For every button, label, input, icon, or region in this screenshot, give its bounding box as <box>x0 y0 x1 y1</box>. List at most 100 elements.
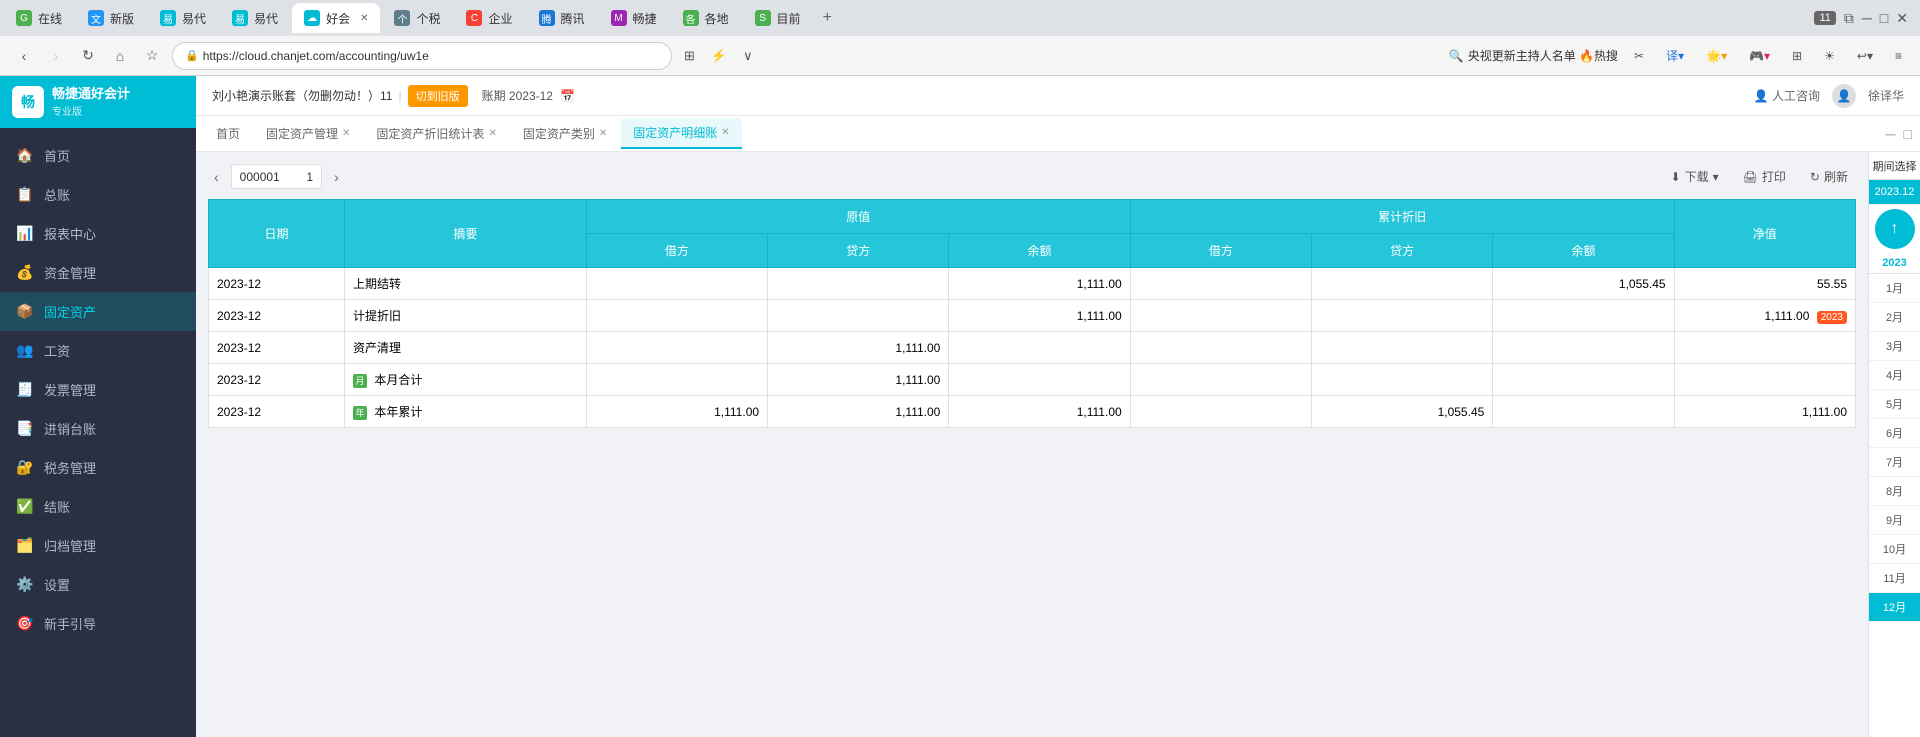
tab-minimize-btn[interactable]: ─ <box>1886 126 1896 142</box>
maximize-window-btn[interactable]: □ <box>1880 10 1888 26</box>
tab-maximize-btn[interactable]: □ <box>1904 126 1912 142</box>
cell-orig-credit: 1,111.00 <box>768 332 949 364</box>
cell-net-value: 1,111.00 2023 <box>1674 300 1855 332</box>
invoice-icon: 🧾 <box>16 381 34 399</box>
tab-gedi[interactable]: 各 各地 <box>671 3 741 33</box>
undo-icon[interactable]: ↩▾ <box>1851 47 1879 65</box>
period-item-oct[interactable]: 10月 <box>1869 535 1920 564</box>
cell-orig-balance <box>949 332 1130 364</box>
download-button[interactable]: ⬇ 下载 ▾ <box>1663 164 1727 189</box>
print-button[interactable]: 🖨 打印 <box>1735 164 1794 189</box>
cell-acc-balance: 1,055.45 <box>1493 268 1674 300</box>
period-item-jul[interactable]: 7月 <box>1869 448 1920 477</box>
sidebar-item-guide[interactable]: 🎯 新手引导 <box>0 604 196 643</box>
tab-asset-detail-ledger[interactable]: 固定资产明细账 ✕ <box>621 118 741 149</box>
refresh-ledger-button[interactable]: ↻ 刷新 <box>1802 164 1856 189</box>
tab-close-asset-mgmt[interactable]: ✕ <box>342 128 350 139</box>
period-item-sep[interactable]: 9月 <box>1869 506 1920 535</box>
sidebar-item-invoices[interactable]: 🧾 发票管理 <box>0 370 196 409</box>
forward-button[interactable]: › <box>44 44 68 68</box>
sidebar-item-general-ledger[interactable]: 📋 总账 <box>0 175 196 214</box>
toolbar-right: 🔍 央视更新主持人名单 🔥热搜 ✂ 译▾ 🌟▾ 🎮▾ ⊞ ☀ ↩▾ ≡ <box>1449 45 1908 66</box>
company-info: 刘小艳演示账套（勿删勿动！）11 | 切到旧版 账期 2023-12 📅 <box>212 85 575 107</box>
period-item-mar[interactable]: 3月 <box>1869 332 1920 361</box>
restore-window-btn[interactable]: ⧉ <box>1844 10 1854 27</box>
tab-close-detail[interactable]: ✕ <box>721 127 729 138</box>
tab-new[interactable]: 文 新版 <box>76 3 146 33</box>
tab-yidai2[interactable]: 易 易代 <box>220 3 290 33</box>
new-tab-button[interactable]: + <box>815 5 840 31</box>
settings-icon: ⚙️ <box>16 576 34 594</box>
table-row: 2023-12 资产清理 1,111.00 <box>209 332 1856 364</box>
sidebar-item-sales[interactable]: 📑 进销台账 <box>0 409 196 448</box>
extensions-icon[interactable]: ⊞ <box>680 44 699 68</box>
bookmark-button[interactable]: ☆ <box>140 44 164 68</box>
assets-icon: 📦 <box>16 303 34 321</box>
switch-version-button[interactable]: 切到旧版 <box>408 85 468 107</box>
cell-orig-balance: 1,111.00 <box>949 300 1130 332</box>
theme-icon[interactable]: 🌟▾ <box>1700 47 1733 65</box>
tab-asset-category[interactable]: 固定资产类别 ✕ <box>511 119 619 148</box>
tab-changjie[interactable]: M 畅捷 <box>599 3 669 33</box>
tab-online[interactable]: G 在线 <box>4 3 74 33</box>
period-item-jun[interactable]: 6月 <box>1869 419 1920 448</box>
game-icon[interactable]: 🎮▾ <box>1743 47 1776 65</box>
calendar-icon[interactable]: 📅 <box>560 89 575 103</box>
tab-close-category[interactable]: ✕ <box>599 128 607 139</box>
tab-tencent[interactable]: 腾 腾讯 <box>527 3 597 33</box>
close-window-btn[interactable]: ✕ <box>1896 10 1908 27</box>
col-orig-balance: 余额 <box>949 234 1130 268</box>
prev-account-button[interactable]: ‹ <box>208 167 225 187</box>
content-area: ‹ 000001 1 › ⬇ 下载 ▾ <box>196 152 1920 737</box>
period-item-nov[interactable]: 11月 <box>1869 564 1920 593</box>
minimize-window-btn[interactable]: ─ <box>1862 10 1872 26</box>
tab-muqian[interactable]: S 目前 <box>743 3 813 33</box>
sun-icon[interactable]: ☀ <box>1818 47 1841 65</box>
translate-icon[interactable]: 译▾ <box>1660 45 1690 66</box>
sidebar-item-closing[interactable]: ✅ 结账 <box>0 487 196 526</box>
user-avatar[interactable]: 👤 <box>1832 84 1856 108</box>
tab-bar: G 在线 文 新版 易 易代 易 易代 ☁ 好会 ✕ 个 个税 C 企业 腾 <box>0 0 1920 36</box>
next-account-button[interactable]: › <box>328 167 345 187</box>
menu-icon[interactable]: ≡ <box>1889 47 1908 65</box>
period-item-dec[interactable]: 12月 <box>1869 593 1920 622</box>
search-hotbar[interactable]: 🔍 央视更新主持人名单 🔥热搜 <box>1449 47 1618 64</box>
period-item-selected[interactable]: 2023.12 <box>1869 180 1920 205</box>
tab-close-haohui[interactable]: ✕ <box>360 13 368 24</box>
tab-close-depreciation[interactable]: ✕ <box>488 128 496 139</box>
sidebar-item-tax[interactable]: 🔐 税务管理 <box>0 448 196 487</box>
period-item-feb[interactable]: 2月 <box>1869 303 1920 332</box>
tab-geshui[interactable]: 个 个税 <box>382 3 452 33</box>
sidebar-item-reports[interactable]: 📊 报表中心 <box>0 214 196 253</box>
tab-enterprise[interactable]: C 企业 <box>454 3 524 33</box>
sidebar-item-home[interactable]: 🏠 首页 <box>0 136 196 175</box>
sidebar-item-payroll[interactable]: 👥 工资 <box>0 331 196 370</box>
help-button[interactable]: 👤 人工咨询 <box>1754 87 1820 104</box>
refresh-button[interactable]: ↻ <box>76 44 100 68</box>
sidebar-item-funds[interactable]: 💰 资金管理 <box>0 253 196 292</box>
tab-haohui[interactable]: ☁ 好会 ✕ <box>292 3 380 33</box>
tab-yidai1[interactable]: 易 易代 <box>148 3 218 33</box>
period-item-aug[interactable]: 8月 <box>1869 477 1920 506</box>
back-button[interactable]: ‹ <box>12 44 36 68</box>
cell-acc-credit <box>1311 268 1492 300</box>
grid-icon[interactable]: ⊞ <box>1786 47 1808 65</box>
lightning-icon[interactable]: ⚡ <box>707 44 731 68</box>
period-item-may[interactable]: 5月 <box>1869 390 1920 419</box>
dropdown-icon[interactable]: ∨ <box>739 44 757 68</box>
address-input[interactable]: 🔒 https://cloud.chanjet.com/accounting/u… <box>172 42 672 70</box>
tab-fixed-asset-mgmt[interactable]: 固定资产管理 ✕ <box>254 119 362 148</box>
scissors-icon[interactable]: ✂ <box>1628 47 1650 65</box>
period-item-jan[interactable]: 1月 <box>1869 274 1920 303</box>
scroll-up-button[interactable]: ↑ <box>1875 209 1915 249</box>
home-button[interactable]: ⌂ <box>108 44 132 68</box>
sidebar-item-settings[interactable]: ⚙️ 设置 <box>0 565 196 604</box>
sidebar-item-archive[interactable]: 🗂️ 归档管理 <box>0 526 196 565</box>
home-icon: 🏠 <box>16 147 34 165</box>
sidebar-item-fixed-assets[interactable]: 📦 固定资产 <box>0 292 196 331</box>
tab-home[interactable]: 首页 <box>204 119 252 148</box>
tab-depreciation-stats[interactable]: 固定资产折旧统计表 ✕ <box>364 119 508 148</box>
col-summary: 摘要 <box>344 200 586 268</box>
period-item-apr[interactable]: 4月 <box>1869 361 1920 390</box>
main-panel: ‹ 000001 1 › ⬇ 下载 ▾ <box>196 152 1868 737</box>
